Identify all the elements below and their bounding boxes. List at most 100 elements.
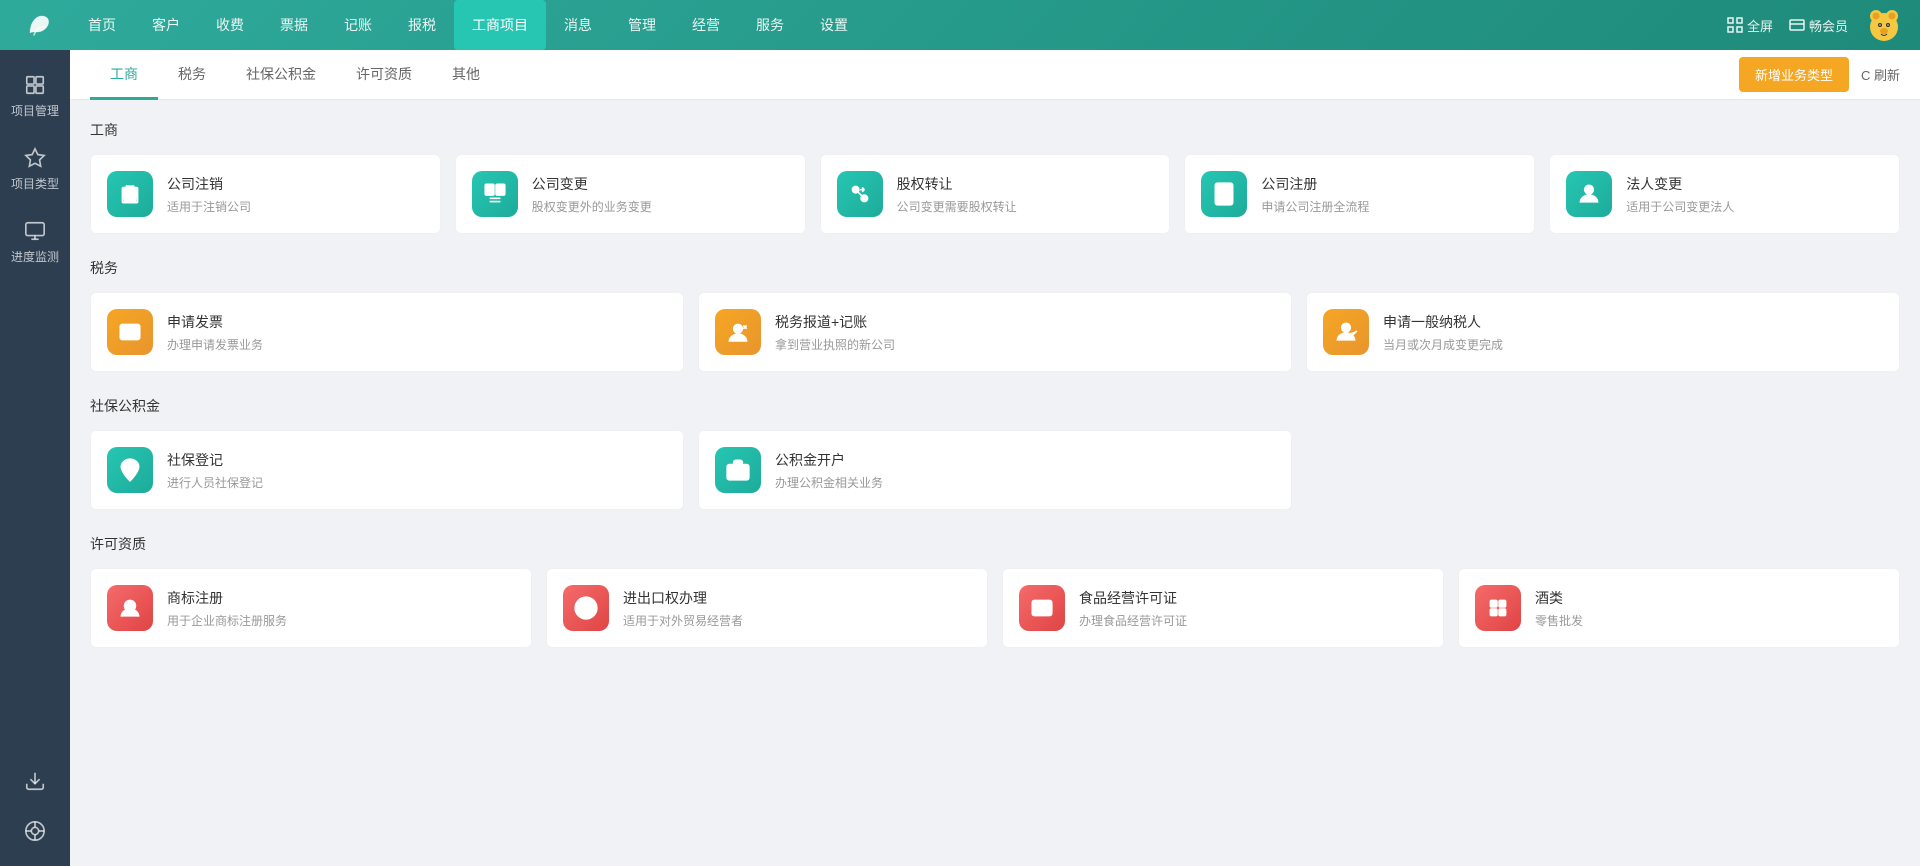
nav-fee[interactable]: 收费 [198, 0, 262, 50]
card-alcohol-info: 酒类 零售批发 [1535, 588, 1583, 629]
tab-tax[interactable]: 税务 [158, 50, 226, 100]
card-legal-change-info: 法人变更 适用于公司变更法人 [1626, 174, 1734, 215]
card-import-export-info: 进出口权办理 适用于对外贸易经营者 [623, 588, 743, 629]
food-license-icon [1019, 585, 1065, 631]
card-import-export[interactable]: 进出口权办理 适用于对外贸易经营者 [546, 568, 988, 648]
tab-business[interactable]: 工商 [90, 50, 158, 100]
card-legal-change-title: 法人变更 [1626, 174, 1734, 194]
logo [16, 3, 60, 47]
shuiwu-cards-grid: 申请发票 办理申请发票业务 税务报道+记账 拿到营业执照的新公司 [90, 292, 1900, 372]
section-shuiwu: 税务 申请发票 办理申请发票业务 [90, 258, 1900, 372]
card-invoice-apply[interactable]: 申请发票 办理申请发票业务 [90, 292, 684, 372]
legal-change-icon [1566, 171, 1612, 217]
card-import-export-desc: 适用于对外贸易经营者 [623, 612, 743, 629]
company-cancel-icon [107, 171, 153, 217]
card-provident-fund[interactable]: 公积金开户 办理公积金相关业务 [698, 430, 1292, 510]
sidebar-progress-label: 进度监测 [11, 248, 59, 265]
sidebar-item-project-type[interactable]: 项目类型 [0, 133, 70, 206]
card-tax-report-title: 税务报道+记账 [775, 312, 895, 332]
card-trademark-info: 商标注册 用于企业商标注册服务 [167, 588, 287, 629]
main-layout: 项目管理 项目类型 进度监测 [0, 50, 1920, 866]
card-equity-transfer-desc: 公司变更需要股权转让 [897, 198, 1017, 215]
top-nav: 首页 客户 收费 票据 记账 报税 工商项目 消息 管理 经营 服务 设置 全屏… [0, 0, 1920, 50]
card-company-register[interactable]: 公司注册 申请公司注册全流程 [1184, 154, 1535, 234]
sidebar-project-manage-label: 项目管理 [11, 102, 59, 119]
card-company-change-title: 公司变更 [532, 174, 652, 194]
tab-qualification[interactable]: 许可资质 [336, 50, 432, 100]
tab-social-insurance[interactable]: 社保公积金 [226, 50, 336, 100]
avatar[interactable] [1864, 5, 1904, 45]
card-equity-transfer[interactable]: 股权转让 公司变更需要股权转让 [820, 154, 1171, 234]
nav-bill[interactable]: 票据 [262, 0, 326, 50]
nav-operation[interactable]: 经营 [674, 0, 738, 50]
card-invoice-info: 申请发票 办理申请发票业务 [167, 312, 263, 353]
section-shuiwu-title: 税务 [90, 258, 1900, 278]
nav-message[interactable]: 消息 [546, 0, 610, 50]
card-social-insurance-desc: 进行人员社保登记 [167, 474, 263, 491]
card-company-cancel[interactable]: 公司注销 适用于注销公司 [90, 154, 441, 234]
card-general-taxpayer-title: 申请一般纳税人 [1383, 312, 1503, 332]
card-tax-report-info: 税务报道+记账 拿到营业执照的新公司 [775, 312, 895, 353]
nav-tax[interactable]: 报税 [390, 0, 454, 50]
section-qualification: 许可资质 商标注册 用于企业商标注册服务 [90, 534, 1900, 648]
card-food-license-desc: 办理食品经营许可证 [1079, 612, 1187, 629]
sidebar: 项目管理 项目类型 进度监测 [0, 50, 70, 866]
card-company-cancel-info: 公司注销 适用于注销公司 [167, 174, 251, 215]
sidebar-location[interactable] [0, 806, 70, 856]
member-button[interactable]: 畅会员 [1789, 16, 1848, 35]
refresh-button[interactable]: C 刷新 [1861, 65, 1900, 84]
card-provident-fund-desc: 办理公积金相关业务 [775, 474, 883, 491]
tab-other[interactable]: 其他 [432, 50, 500, 100]
card-company-register-desc: 申请公司注册全流程 [1261, 198, 1369, 215]
card-social-insurance[interactable]: 社保登记 进行人员社保登记 [90, 430, 684, 510]
sidebar-download[interactable] [0, 756, 70, 806]
add-type-button[interactable]: 新增业务类型 [1739, 57, 1849, 92]
provident-fund-icon [715, 447, 761, 493]
card-company-register-info: 公司注册 申请公司注册全流程 [1261, 174, 1369, 215]
card-legal-change[interactable]: 法人变更 适用于公司变更法人 [1549, 154, 1900, 234]
equity-transfer-icon [837, 171, 883, 217]
card-food-license[interactable]: 食品经营许可证 办理食品经营许可证 [1002, 568, 1444, 648]
nav-settings[interactable]: 设置 [802, 0, 866, 50]
card-invoice-title: 申请发票 [167, 312, 263, 332]
tab-bar: 工商 税务 社保公积金 许可资质 其他 新增业务类型 C 刷新 [70, 50, 1920, 100]
card-general-taxpayer[interactable]: 申请一般纳税人 当月或次月成变更完成 [1306, 292, 1900, 372]
trademark-icon [107, 585, 153, 631]
card-alcohol-desc: 零售批发 [1535, 612, 1583, 629]
general-taxpayer-icon [1323, 309, 1369, 355]
card-alcohol[interactable]: 酒类 零售批发 [1458, 568, 1900, 648]
content-area: 工商 税务 社保公积金 许可资质 其他 新增业务类型 C 刷新 工商 [70, 50, 1920, 866]
sidebar-item-progress[interactable]: 进度监测 [0, 206, 70, 279]
card-general-taxpayer-desc: 当月或次月成变更完成 [1383, 336, 1503, 353]
nav-client[interactable]: 客户 [134, 0, 198, 50]
tab-bar-actions: 新增业务类型 C 刷新 [1739, 57, 1900, 92]
fullscreen-label: 全屏 [1747, 16, 1773, 35]
section-social: 社保公积金 社保登记 进行人员社保登记 [90, 396, 1900, 510]
nav-service[interactable]: 服务 [738, 0, 802, 50]
scroll-content[interactable]: 工商 公司注销 适用于注销公司 [70, 100, 1920, 866]
section-qualification-title: 许可资质 [90, 534, 1900, 554]
nav-accounting[interactable]: 记账 [326, 0, 390, 50]
sidebar-bottom [0, 756, 70, 866]
card-alcohol-title: 酒类 [1535, 588, 1583, 608]
fullscreen-button[interactable]: 全屏 [1727, 16, 1773, 35]
card-trademark[interactable]: 商标注册 用于企业商标注册服务 [90, 568, 532, 648]
card-company-change-desc: 股权变更外的业务变更 [532, 198, 652, 215]
sidebar-item-project-manage[interactable]: 项目管理 [0, 60, 70, 133]
import-export-icon [563, 585, 609, 631]
nav-manage[interactable]: 管理 [610, 0, 674, 50]
social-insurance-icon [107, 447, 153, 493]
nav-home[interactable]: 首页 [70, 0, 134, 50]
qualification-cards-grid: 商标注册 用于企业商标注册服务 进出口权办理 适用于对外贸易经营者 [90, 568, 1900, 648]
card-company-change[interactable]: 公司变更 股权变更外的业务变更 [455, 154, 806, 234]
card-social-insurance-info: 社保登记 进行人员社保登记 [167, 450, 263, 491]
alcohol-icon [1475, 585, 1521, 631]
nav-business[interactable]: 工商项目 [454, 0, 546, 50]
section-gongshang-title: 工商 [90, 120, 1900, 140]
card-import-export-title: 进出口权办理 [623, 588, 743, 608]
sidebar-project-type-label: 项目类型 [11, 175, 59, 192]
card-tax-report[interactable]: 税务报道+记账 拿到营业执照的新公司 [698, 292, 1292, 372]
card-equity-transfer-info: 股权转让 公司变更需要股权转让 [897, 174, 1017, 215]
member-label: 畅会员 [1809, 16, 1848, 35]
gongshang-cards-grid: 公司注销 适用于注销公司 公司变更 股权变更外的业务变更 [90, 154, 1900, 234]
